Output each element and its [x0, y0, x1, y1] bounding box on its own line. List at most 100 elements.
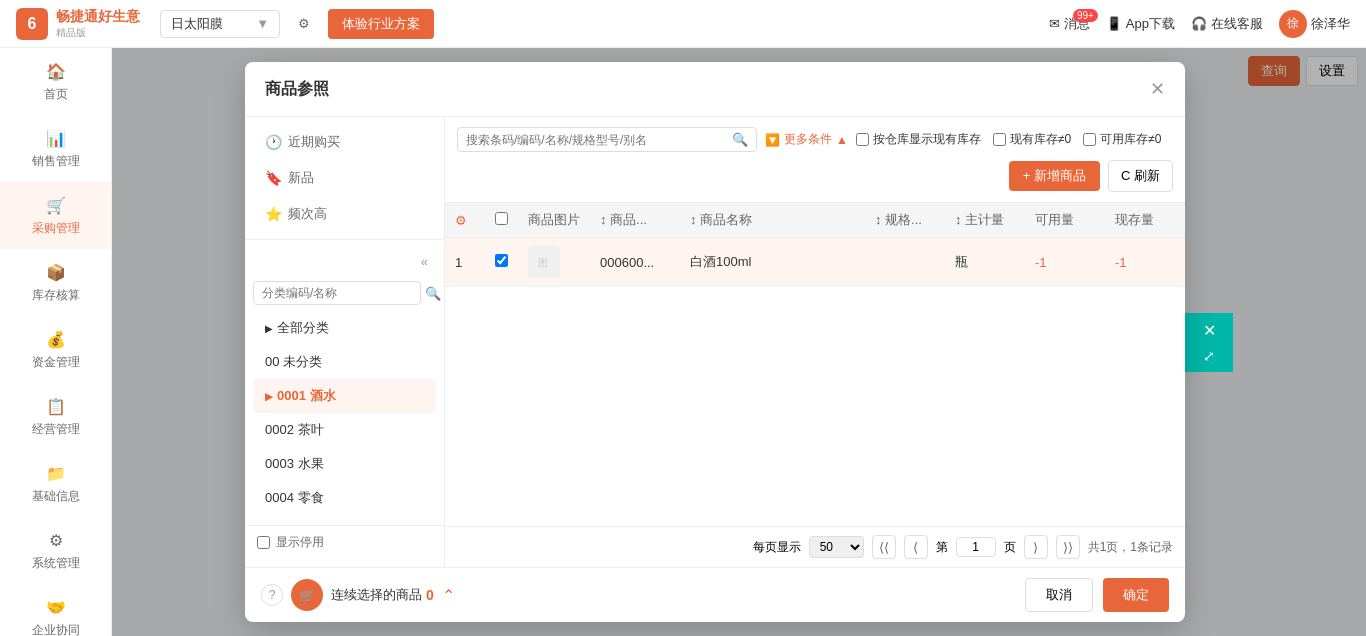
- tab-high-frequency-label: 频次高: [288, 205, 327, 223]
- sidebar-item-home-label: 首页: [44, 86, 68, 103]
- tree-item-liquor[interactable]: ▶ 0001 酒水: [253, 379, 436, 413]
- page-label2: 页: [1004, 539, 1016, 556]
- tab-recent-purchase[interactable]: 🕐 近期购买: [253, 125, 436, 159]
- row-stock: -1: [1105, 238, 1185, 287]
- logo-icon: 6: [16, 8, 48, 40]
- finance-icon: 💰: [45, 328, 67, 350]
- app-download-item[interactable]: 📱 App下载: [1106, 15, 1175, 33]
- confirm-button[interactable]: 确定: [1103, 578, 1169, 612]
- tree-item-all-label: 全部分类: [277, 319, 329, 337]
- page-size-select[interactable]: 50 100: [809, 536, 864, 558]
- add-product-button[interactable]: + 新增商品: [1009, 161, 1100, 191]
- inventory-icon: 📦: [45, 261, 67, 283]
- th-product-spec[interactable]: ↕ 规格...: [865, 203, 945, 238]
- message-item[interactable]: ✉ 消息 99+: [1049, 15, 1090, 33]
- sidebar-item-sales-label: 销售管理: [32, 153, 80, 170]
- headset-icon: 🎧: [1191, 16, 1207, 31]
- brand-name: 畅捷通好生意: [56, 8, 140, 26]
- trial-button[interactable]: 体验行业方案: [328, 9, 434, 39]
- user-item[interactable]: 徐 徐泽华: [1279, 10, 1350, 38]
- row-code: 000600...: [590, 238, 680, 287]
- checkbox-nonzero-available[interactable]: 可用库存≠0: [1083, 131, 1161, 148]
- home-icon: 🏠: [45, 60, 67, 82]
- sidebar-item-inventory[interactable]: 📦 库存核算: [0, 249, 111, 316]
- tree-item-fruit[interactable]: 0003 水果: [253, 447, 436, 481]
- table-row[interactable]: 1 图 000600... 白酒100ml: [445, 238, 1185, 287]
- settings-icon[interactable]: ⚙: [288, 8, 320, 40]
- th-product-code[interactable]: ↕ 商品...: [590, 203, 680, 238]
- filter-button[interactable]: 🔽 更多条件 ▲: [765, 131, 848, 148]
- modal-overlay: 商品参照 ✕ 🕐 近期购买 🔖: [112, 48, 1366, 636]
- collab-icon: 🤝: [45, 596, 67, 618]
- chevron-down-icon: ▼: [256, 16, 269, 31]
- page-size-label: 每页显示: [753, 539, 801, 556]
- logo-area: 6 畅捷通好生意 精品版: [16, 8, 140, 40]
- page-first-button[interactable]: ⟨⟨: [872, 535, 896, 559]
- page-total-info: 共1页，1条记录: [1088, 539, 1173, 556]
- sidebar-item-purchase-label: 采购管理: [32, 220, 80, 237]
- product-search-icon[interactable]: 🔍: [732, 132, 748, 147]
- show-disabled-checkbox[interactable]: [257, 536, 270, 549]
- cart-icon[interactable]: 🛒: [291, 579, 323, 611]
- page-last-button[interactable]: ⟩⟩: [1056, 535, 1080, 559]
- tree-item-all[interactable]: ▶ 全部分类: [253, 311, 436, 345]
- sidebar-item-finance-label: 资金管理: [32, 354, 80, 371]
- tab-new-products[interactable]: 🔖 新品: [253, 161, 436, 195]
- teal-close-icon[interactable]: ✕: [1203, 321, 1216, 340]
- tree-item-uncategorized[interactable]: 00 未分类: [253, 345, 436, 379]
- filter-arrow-icon: ▲: [836, 133, 848, 147]
- sidebar-item-sales[interactable]: 📊 销售管理: [0, 115, 111, 182]
- select-all-checkbox[interactable]: [495, 212, 508, 225]
- app-download-label: App下载: [1126, 15, 1175, 33]
- tree-item-snacks-label: 0004 零食: [265, 489, 324, 507]
- sidebar-item-purchase[interactable]: 🛒 采购管理: [0, 182, 111, 249]
- category-search-input[interactable]: [253, 281, 421, 305]
- collapse-footer-icon[interactable]: ⌃: [442, 586, 455, 605]
- product-table-container: ⚙ 商品图片 ↕ 商品...: [445, 203, 1185, 526]
- product-search-box[interactable]: 🔍: [457, 127, 757, 152]
- selected-count: 0: [426, 587, 434, 603]
- cancel-button[interactable]: 取消: [1025, 578, 1093, 612]
- sales-icon: 📊: [45, 127, 67, 149]
- page-number-input[interactable]: [956, 537, 996, 557]
- tree-item-tea-label: 0002 茶叶: [265, 421, 324, 439]
- th-product-unit[interactable]: ↕ 主计量: [945, 203, 1025, 238]
- sidebar-item-basic-label: 基础信息: [32, 488, 80, 505]
- message-badge: 99+: [1073, 9, 1098, 22]
- modal-close-icon[interactable]: ✕: [1150, 78, 1165, 100]
- table-settings-icon[interactable]: ⚙: [455, 213, 467, 228]
- phone-icon: 📱: [1106, 16, 1122, 31]
- username-label: 徐泽华: [1311, 15, 1350, 33]
- th-product-name[interactable]: ↕ 商品名称: [680, 203, 865, 238]
- sidebar-item-system[interactable]: ⚙ 系统管理: [0, 517, 111, 584]
- sidebar-item-home[interactable]: 🏠 首页: [0, 48, 111, 115]
- tab-high-frequency[interactable]: ⭐ 频次高: [253, 197, 436, 231]
- row-name: 白酒100ml: [680, 238, 865, 287]
- sidebar-item-basic[interactable]: 📁 基础信息: [0, 450, 111, 517]
- checkbox-warehouse-stock[interactable]: 按仓库显示现有库存: [856, 131, 981, 148]
- online-service-item[interactable]: 🎧 在线客服: [1191, 15, 1263, 33]
- sidebar-item-finance[interactable]: 💰 资金管理: [0, 316, 111, 383]
- help-icon[interactable]: ?: [261, 584, 283, 606]
- row-check[interactable]: [485, 238, 518, 287]
- tree-item-tea[interactable]: 0002 茶叶: [253, 413, 436, 447]
- sidebar-item-collab[interactable]: 🤝 企业协同: [0, 584, 111, 636]
- checkbox-nonzero-stock[interactable]: 现有库存≠0: [993, 131, 1071, 148]
- row-image: 图: [518, 238, 590, 287]
- page-prev-button[interactable]: ⟨: [904, 535, 928, 559]
- filter-icon: 🔽: [765, 133, 780, 147]
- sidebar-item-operations[interactable]: 📋 经营管理: [0, 383, 111, 450]
- teal-sidebar: ✕ ⤢: [1185, 313, 1233, 372]
- refresh-button[interactable]: C 刷新: [1108, 160, 1173, 192]
- teal-expand-icon[interactable]: ⤢: [1203, 348, 1215, 364]
- tree-item-drinks[interactable]: 0005 饮料: [253, 515, 436, 525]
- tree-item-snacks[interactable]: 0004 零食: [253, 481, 436, 515]
- th-available: 可用量: [1025, 203, 1105, 238]
- page-next-button[interactable]: ⟩: [1024, 535, 1048, 559]
- category-search-icon[interactable]: 🔍: [425, 286, 441, 301]
- page-label: 第: [936, 539, 948, 556]
- nav-selector[interactable]: 日太阳膜 ▼: [160, 10, 280, 38]
- product-search-input[interactable]: [466, 133, 728, 147]
- collapse-panel-icon[interactable]: «: [413, 250, 436, 273]
- system-icon: ⚙: [45, 529, 67, 551]
